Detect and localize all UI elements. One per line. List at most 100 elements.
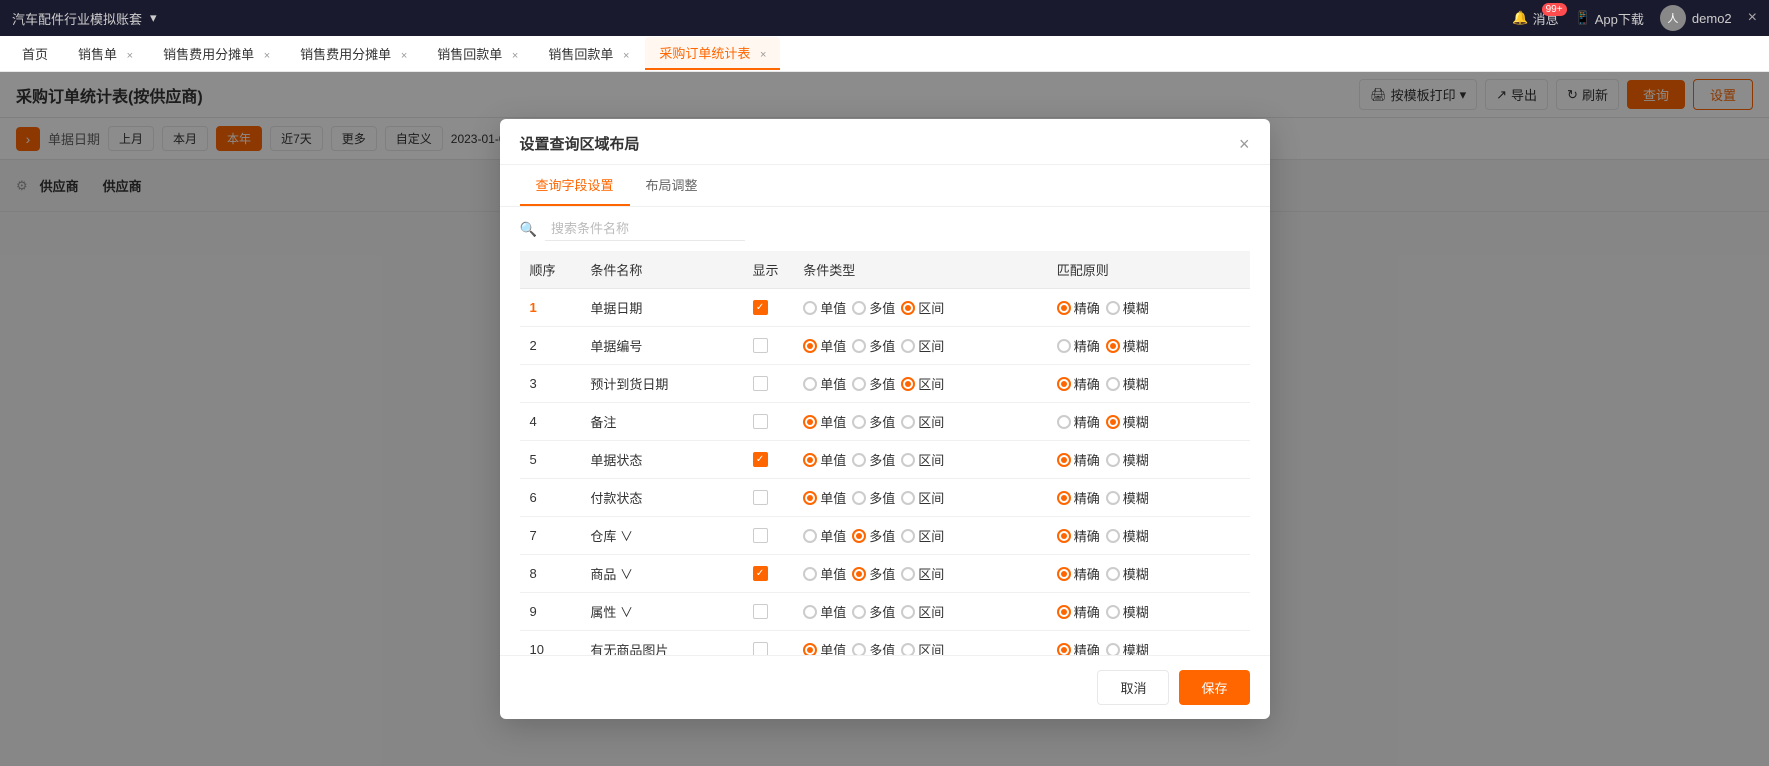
table-row: 9属性 ∨单值多值区间精确模糊 bbox=[520, 593, 1250, 631]
radio-multi-9[interactable]: 多值 bbox=[852, 640, 895, 655]
radio-range-4[interactable]: 区间 bbox=[901, 450, 944, 469]
radio-single-3[interactable]: 单值 bbox=[803, 412, 846, 431]
tab-close-sales[interactable]: × bbox=[127, 50, 133, 62]
modal-tabs: 查询字段设置 布局调整 bbox=[500, 165, 1270, 207]
company-selector-label: 汽车配件行业模拟账套 bbox=[12, 9, 142, 28]
show-checkbox-7[interactable] bbox=[753, 566, 768, 581]
radio-range-5[interactable]: 区间 bbox=[901, 488, 944, 507]
radio-multi-3[interactable]: 多值 bbox=[852, 412, 895, 431]
modal-tab-layout[interactable]: 布局调整 bbox=[630, 165, 714, 206]
cancel-button[interactable]: 取消 bbox=[1097, 670, 1169, 705]
radio-multi-6[interactable]: 多值 bbox=[852, 526, 895, 545]
radio-range-0[interactable]: 区间 bbox=[901, 298, 944, 317]
match-exact-0[interactable]: 精确 bbox=[1057, 298, 1100, 317]
match-exact-6[interactable]: 精确 bbox=[1057, 526, 1100, 545]
row-name-5: 付款状态 bbox=[580, 479, 742, 517]
tab-close-purchase-stats[interactable]: × bbox=[760, 49, 766, 61]
radio-multi-2[interactable]: 多值 bbox=[852, 374, 895, 393]
show-checkbox-6[interactable] bbox=[753, 528, 768, 543]
radio-single-1[interactable]: 单值 bbox=[803, 336, 846, 355]
radio-range-2[interactable]: 区间 bbox=[901, 374, 944, 393]
match-exact-9[interactable]: 精确 bbox=[1057, 640, 1100, 655]
tab-close-sales-return[interactable]: × bbox=[512, 50, 518, 62]
match-exact-3[interactable]: 精确 bbox=[1057, 412, 1100, 431]
match-exact-7[interactable]: 精确 bbox=[1057, 564, 1100, 583]
show-checkbox-2[interactable] bbox=[753, 376, 768, 391]
match-fuzzy-0[interactable]: 模糊 bbox=[1106, 298, 1149, 317]
top-nav-right: 🔔 消息 99+ 📱 App下载 人 demo2 × bbox=[1512, 5, 1757, 31]
avatar: 人 bbox=[1660, 5, 1686, 31]
match-rule-group-0: 精确模糊 bbox=[1057, 298, 1240, 317]
show-checkbox-9[interactable] bbox=[753, 642, 768, 655]
top-nav-left: 汽车配件行业模拟账套 ▾ bbox=[12, 9, 157, 28]
notification-button[interactable]: 🔔 消息 99+ bbox=[1512, 9, 1558, 28]
match-exact-8[interactable]: 精确 bbox=[1057, 602, 1100, 621]
user-name: demo2 bbox=[1692, 11, 1732, 26]
tab-sales-expense[interactable]: 销售费用分摊单 × bbox=[149, 38, 284, 69]
search-input[interactable] bbox=[545, 217, 745, 241]
radio-single-2[interactable]: 单值 bbox=[803, 374, 846, 393]
radio-range-6[interactable]: 区间 bbox=[901, 526, 944, 545]
radio-multi-7[interactable]: 多值 bbox=[852, 564, 895, 583]
radio-single-5[interactable]: 单值 bbox=[803, 488, 846, 507]
radio-range-8[interactable]: 区间 bbox=[901, 602, 944, 621]
radio-range-1[interactable]: 区间 bbox=[901, 336, 944, 355]
tab-purchase-stats[interactable]: 采购订单统计表 × bbox=[645, 37, 780, 70]
modal-close-button[interactable]: × bbox=[1239, 135, 1250, 153]
tab-home[interactable]: 首页 bbox=[8, 38, 62, 69]
radio-single-0[interactable]: 单值 bbox=[803, 298, 846, 317]
match-exact-2[interactable]: 精确 bbox=[1057, 374, 1100, 393]
match-fuzzy-6[interactable]: 模糊 bbox=[1106, 526, 1149, 545]
radio-multi-4[interactable]: 多值 bbox=[852, 450, 895, 469]
condition-type-group-4: 单值多值区间 bbox=[803, 450, 1036, 469]
radio-range-3[interactable]: 区间 bbox=[901, 412, 944, 431]
show-checkbox-5[interactable] bbox=[753, 490, 768, 505]
match-exact-5[interactable]: 精确 bbox=[1057, 488, 1100, 507]
top-close-button[interactable]: × bbox=[1748, 9, 1757, 27]
modal-title: 设置查询区域布局 bbox=[520, 133, 640, 154]
tab-close-sales-expense[interactable]: × bbox=[264, 50, 270, 62]
show-checkbox-1[interactable] bbox=[753, 338, 768, 353]
match-fuzzy-1[interactable]: 模糊 bbox=[1106, 336, 1149, 355]
match-fuzzy-9[interactable]: 模糊 bbox=[1106, 640, 1149, 655]
radio-single-9[interactable]: 单值 bbox=[803, 640, 846, 655]
user-info[interactable]: 人 demo2 bbox=[1660, 5, 1732, 31]
modal-tab-query-fields[interactable]: 查询字段设置 bbox=[520, 165, 630, 206]
match-exact-4[interactable]: 精确 bbox=[1057, 450, 1100, 469]
app-download-button[interactable]: 📱 App下载 bbox=[1575, 9, 1644, 28]
match-fuzzy-8[interactable]: 模糊 bbox=[1106, 602, 1149, 621]
match-fuzzy-7[interactable]: 模糊 bbox=[1106, 564, 1149, 583]
match-rule-group-9: 精确模糊 bbox=[1057, 640, 1240, 655]
tab-close-sales-return2[interactable]: × bbox=[623, 50, 629, 62]
radio-single-7[interactable]: 单值 bbox=[803, 564, 846, 583]
show-checkbox-3[interactable] bbox=[753, 414, 768, 429]
row-name-9: 有无商品图片 bbox=[580, 631, 742, 656]
radio-multi-0[interactable]: 多值 bbox=[852, 298, 895, 317]
radio-single-8[interactable]: 单值 bbox=[803, 602, 846, 621]
radio-multi-1[interactable]: 多值 bbox=[852, 336, 895, 355]
show-checkbox-8[interactable] bbox=[753, 604, 768, 619]
col-match-rule: 匹配原则 bbox=[1047, 251, 1250, 289]
radio-multi-5[interactable]: 多值 bbox=[852, 488, 895, 507]
tab-sales[interactable]: 销售单 × bbox=[64, 38, 147, 69]
tab-sales-return2[interactable]: 销售回款单 × bbox=[534, 38, 643, 69]
tab-sales-expense2[interactable]: 销售费用分摊单 × bbox=[286, 38, 421, 69]
match-rule-group-4: 精确模糊 bbox=[1057, 450, 1240, 469]
radio-multi-8[interactable]: 多值 bbox=[852, 602, 895, 621]
radio-single-6[interactable]: 单值 bbox=[803, 526, 846, 545]
tab-sales-return[interactable]: 销售回款单 × bbox=[423, 38, 532, 69]
radio-range-9[interactable]: 区间 bbox=[901, 640, 944, 655]
match-exact-1[interactable]: 精确 bbox=[1057, 336, 1100, 355]
match-rule-group-1: 精确模糊 bbox=[1057, 336, 1240, 355]
match-fuzzy-4[interactable]: 模糊 bbox=[1106, 450, 1149, 469]
match-fuzzy-3[interactable]: 模糊 bbox=[1106, 412, 1149, 431]
tab-close-sales-expense2[interactable]: × bbox=[401, 50, 407, 62]
row-name-4: 单据状态 bbox=[580, 441, 742, 479]
match-fuzzy-5[interactable]: 模糊 bbox=[1106, 488, 1149, 507]
save-button[interactable]: 保存 bbox=[1179, 670, 1249, 705]
match-fuzzy-2[interactable]: 模糊 bbox=[1106, 374, 1149, 393]
show-checkbox-0[interactable] bbox=[753, 300, 768, 315]
show-checkbox-4[interactable] bbox=[753, 452, 768, 467]
radio-single-4[interactable]: 单值 bbox=[803, 450, 846, 469]
radio-range-7[interactable]: 区间 bbox=[901, 564, 944, 583]
